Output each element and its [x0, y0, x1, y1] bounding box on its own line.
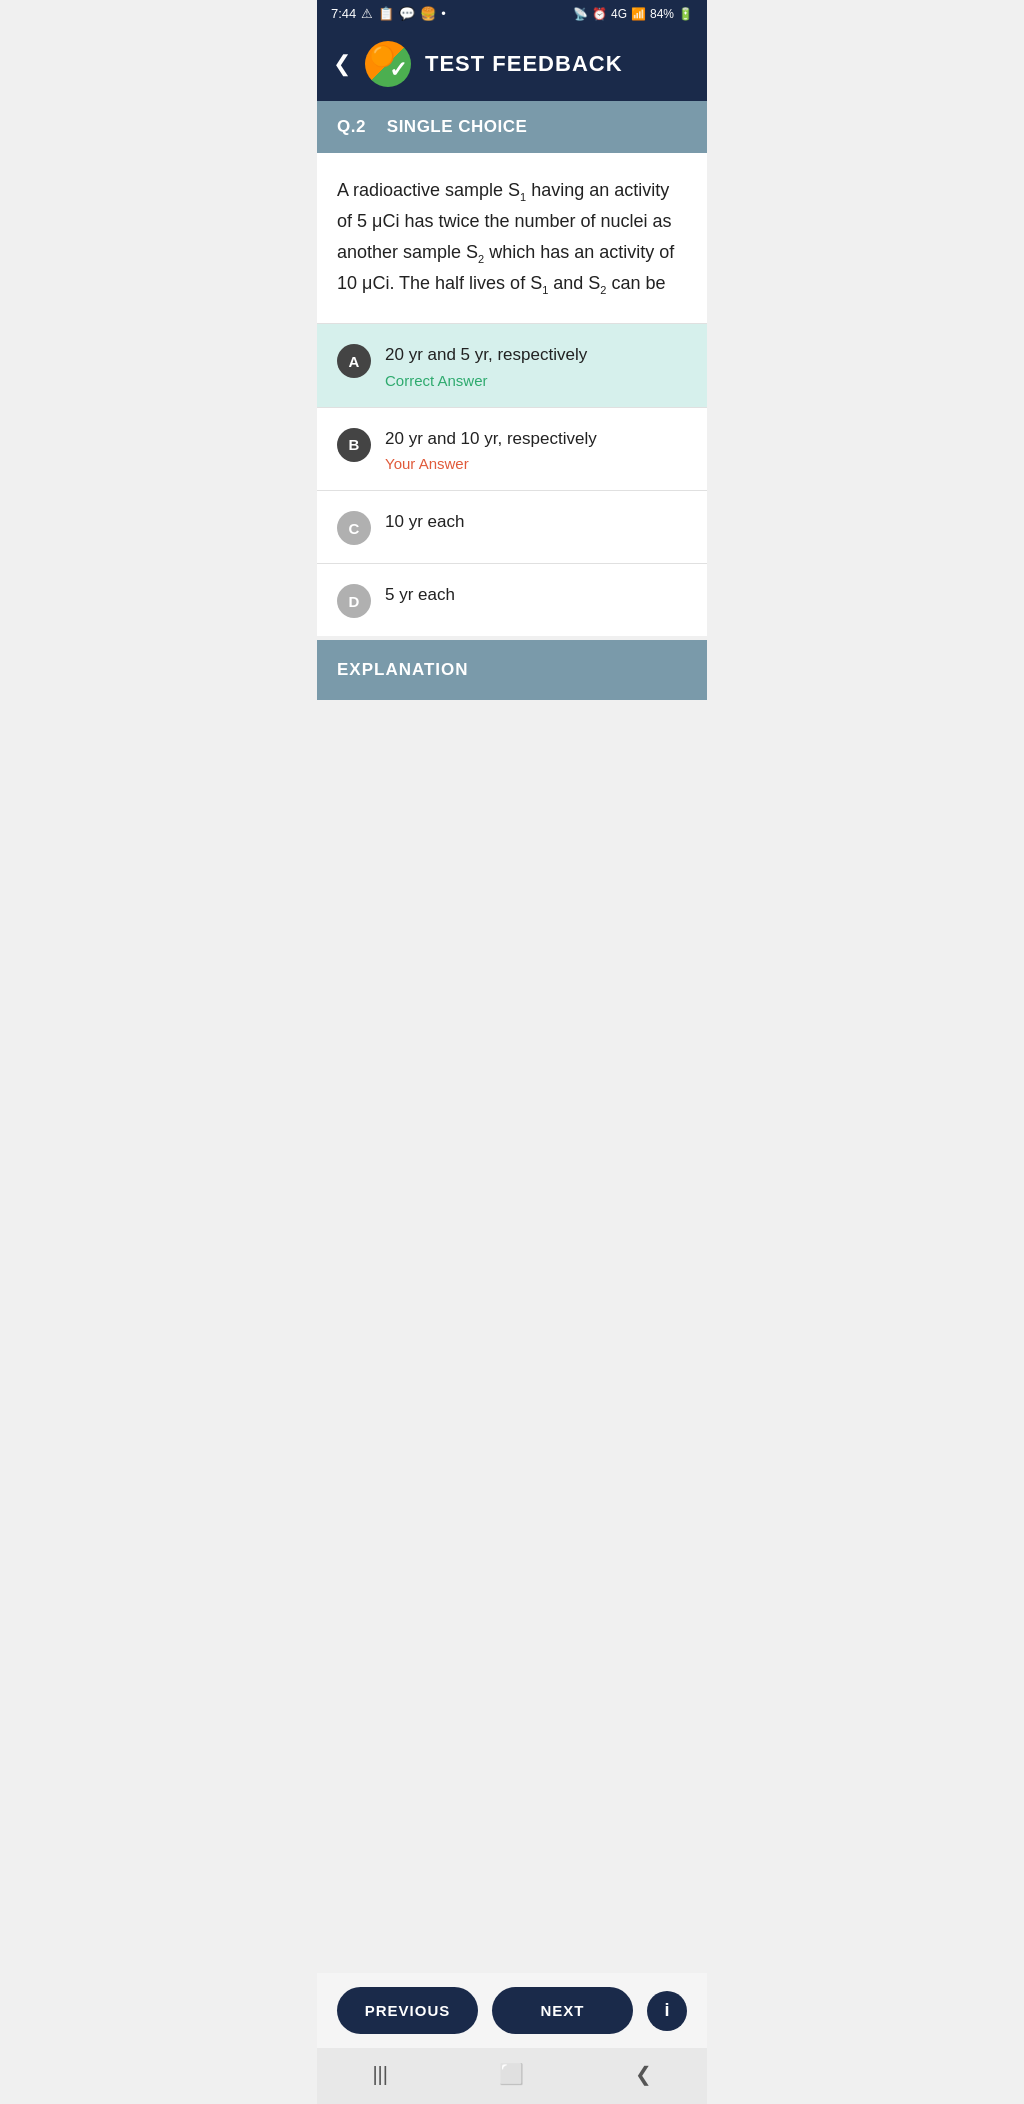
- alarm-icon: ⏰: [592, 7, 607, 21]
- chat-icon: 💬: [399, 6, 415, 21]
- option-c-text: 10 yr each: [385, 509, 464, 535]
- signal-icon: 📶: [631, 7, 646, 21]
- question-label: Q.2 SINGLE CHOICE: [337, 117, 527, 136]
- alert-icon: ⚠: [361, 6, 373, 21]
- options-container: A 20 yr and 5 yr, respectively Correct A…: [317, 323, 707, 636]
- option-d-badge: D: [337, 584, 371, 618]
- bottom-navigation: PREVIOUS NEXT i: [317, 1973, 707, 2048]
- cast-icon: 📡: [573, 7, 588, 21]
- logo: 🟠 ✓: [365, 41, 411, 87]
- option-a[interactable]: A 20 yr and 5 yr, respectively Correct A…: [317, 323, 707, 407]
- battery-icon: 🔋: [678, 7, 693, 21]
- option-d[interactable]: D 5 yr each: [317, 563, 707, 636]
- page-title: TEST FEEDBACK: [425, 51, 623, 77]
- option-b[interactable]: B 20 yr and 10 yr, respectively Your Ans…: [317, 407, 707, 491]
- option-b-badge: B: [337, 428, 371, 462]
- your-answer-label: Your Answer: [385, 455, 597, 472]
- status-left: 7:44 ⚠ 📋 💬 🍔 •: [331, 6, 446, 21]
- checkmark-icon: ✓: [389, 57, 407, 83]
- back-button[interactable]: ❮: [333, 51, 351, 77]
- question-section-header: Q.2 SINGLE CHOICE: [317, 101, 707, 153]
- option-c[interactable]: C 10 yr each: [317, 490, 707, 563]
- correct-answer-label: Correct Answer: [385, 372, 587, 389]
- previous-button[interactable]: PREVIOUS: [337, 1987, 478, 2034]
- menu-icon[interactable]: |||: [372, 2063, 388, 2086]
- status-bar: 7:44 ⚠ 📋 💬 🍔 • 📡 ⏰ 4G 📶 84% 🔋: [317, 0, 707, 27]
- option-c-badge: C: [337, 511, 371, 545]
- option-a-badge: A: [337, 344, 371, 378]
- option-a-content: 20 yr and 5 yr, respectively Correct Ans…: [385, 342, 587, 389]
- battery-label: 84%: [650, 7, 674, 21]
- explanation-title: EXPLANATION: [337, 660, 469, 679]
- explanation-section: EXPLANATION: [317, 640, 707, 700]
- header: ❮ 🟠 ✓ TEST FEEDBACK: [317, 27, 707, 101]
- option-b-text: 20 yr and 10 yr, respectively: [385, 426, 597, 452]
- info-button[interactable]: i: [647, 1991, 687, 2031]
- question-text: A radioactive sample S1 having an activi…: [317, 153, 707, 323]
- option-c-content: 10 yr each: [385, 509, 464, 535]
- home-icon[interactable]: ⬜: [499, 2062, 524, 2086]
- dot-indicator: •: [441, 6, 446, 21]
- android-nav-bar: ||| ⬜ ❮: [317, 2048, 707, 2104]
- option-d-text: 5 yr each: [385, 582, 455, 608]
- notification-icon: 📋: [378, 6, 394, 21]
- next-button[interactable]: NEXT: [492, 1987, 633, 2034]
- status-right: 📡 ⏰ 4G 📶 84% 🔋: [573, 7, 693, 21]
- back-nav-icon[interactable]: ❮: [635, 2062, 652, 2086]
- network-label: 4G: [611, 7, 627, 21]
- time: 7:44: [331, 6, 356, 21]
- app-icon: 🍔: [420, 6, 436, 21]
- option-d-content: 5 yr each: [385, 582, 455, 608]
- option-b-content: 20 yr and 10 yr, respectively Your Answe…: [385, 426, 597, 473]
- option-a-text: 20 yr and 5 yr, respectively: [385, 342, 587, 368]
